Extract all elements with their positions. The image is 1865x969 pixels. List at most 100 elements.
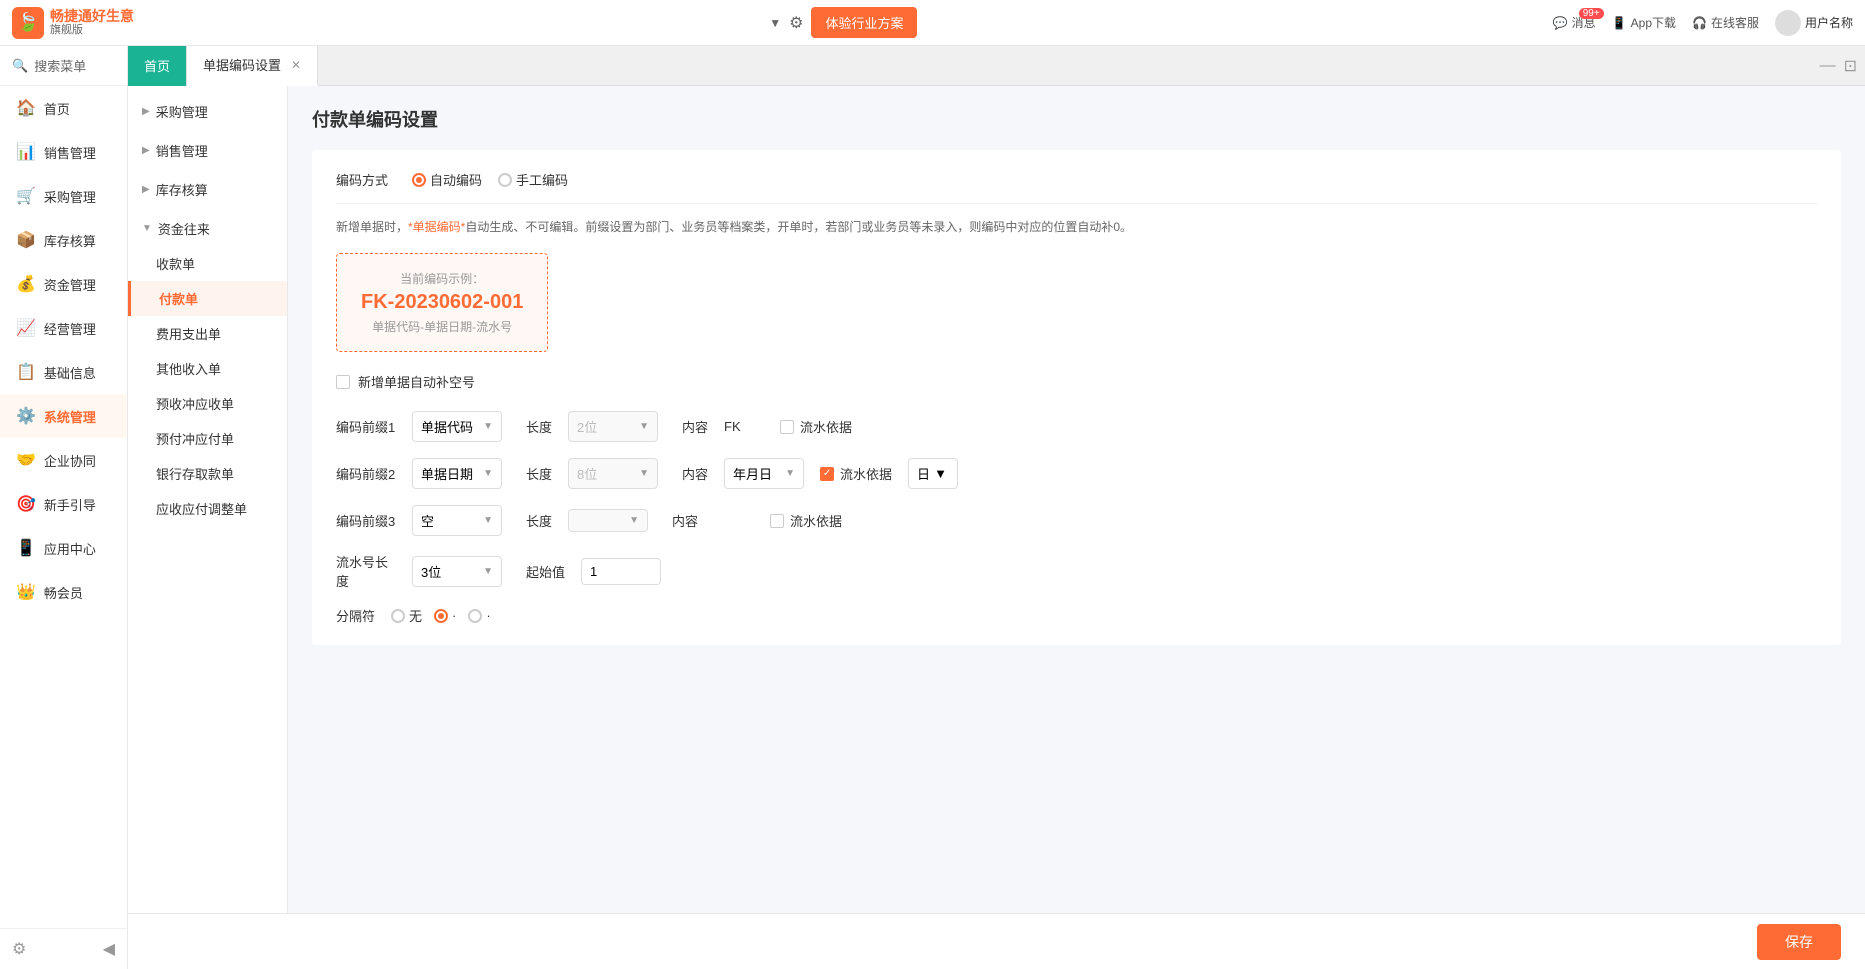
sep-none-label: 无	[409, 606, 422, 625]
prefix2-length-label: 长度	[526, 464, 552, 483]
brand-title: 畅捷通好生意	[50, 8, 134, 25]
prefix2-content-dropdown-icon: ▼	[785, 468, 795, 479]
tab-serial-setting[interactable]: 单据编码设置 ✕	[187, 46, 318, 86]
sub-item-other-income[interactable]: 其他收入单	[128, 351, 287, 386]
sep-dash-dot	[434, 609, 448, 623]
service-icon: 🎧	[1692, 16, 1707, 30]
operation-icon: 📈	[16, 318, 36, 338]
prefix3-length-select[interactable]: ▼	[568, 509, 648, 532]
prefix2-select-value: 单据日期	[421, 464, 473, 483]
prefix3-label: 编码前缀3	[336, 511, 396, 530]
sep-none-radio[interactable]: 无	[391, 606, 422, 625]
sep-dot-dot	[468, 609, 482, 623]
sidebar-item-operation[interactable]: 📈 经营管理	[0, 306, 127, 350]
brand-text: 畅捷通好生意 旗舰版	[50, 8, 134, 38]
sub-item-payable-adjust[interactable]: 应收应付调整单	[128, 491, 287, 526]
serial-length-select[interactable]: 3位 ▼	[412, 556, 502, 587]
sidebar-item-appcenter[interactable]: 📱 应用中心	[0, 526, 127, 570]
online-service-item[interactable]: 🎧 在线客服	[1692, 14, 1759, 31]
experience-button[interactable]: 体验行业方案	[811, 7, 917, 38]
sidebar-item-sales[interactable]: 📊 销售管理	[0, 130, 127, 174]
sub-item-expense[interactable]: 费用支出单	[128, 316, 287, 351]
sidebar-item-basic[interactable]: 📋 基础信息	[0, 350, 127, 394]
prefix2-dropdown-icon: ▼	[483, 468, 493, 479]
sidebar-item-member[interactable]: 👑 畅会员	[0, 570, 127, 614]
prefix1-length-select[interactable]: 2位 ▼	[568, 411, 658, 442]
prefix3-stream-checkbox[interactable]: 流水依据	[770, 511, 842, 530]
user-info[interactable]: 用户名称	[1775, 10, 1853, 36]
nav-dropdown[interactable]: ▼	[769, 16, 781, 30]
sep-dot-label: ·	[486, 608, 490, 623]
sub-item-bank-deposit[interactable]: 银行存取款单	[128, 456, 287, 491]
config-row-2: 编码前缀2 单据日期 ▼ 长度 8位 ▼ 内容 年月日	[336, 458, 1817, 489]
prefix2-content-value: 年月日	[733, 464, 772, 483]
settings-icon[interactable]: ⚙	[789, 13, 803, 33]
sep-dot-radio[interactable]: ·	[468, 608, 490, 623]
tab-serial-label: 单据编码设置	[203, 55, 281, 74]
prefix3-length-label: 长度	[526, 511, 552, 530]
sidebar-label-purchase: 采购管理	[44, 187, 96, 206]
tab-maximize-button[interactable]: ⊡	[1844, 56, 1857, 76]
purchase-icon: 🛒	[16, 186, 36, 206]
brand-logo: 🍃	[12, 7, 44, 39]
prefix2-stream-checkbox[interactable]: ✓ 流水依据	[820, 464, 892, 483]
sidebar-label-operation: 经营管理	[44, 319, 96, 338]
preview-code: FK-20230602-001	[361, 291, 523, 314]
sub-item-payment[interactable]: 付款单	[128, 281, 287, 316]
sub-sidebar: ▶ 采购管理 ▶ 销售管理 ▶ 库存核算	[128, 86, 288, 913]
sub-group-finance-title[interactable]: ▼ 资金往来	[128, 211, 287, 246]
radio-group: 自动编码 手工编码	[412, 170, 568, 189]
prefix2-length-select[interactable]: 8位 ▼	[568, 458, 658, 489]
sub-group-purchase-label: 采购管理	[156, 102, 208, 121]
auto-encode-radio[interactable]: 自动编码	[412, 170, 482, 189]
sep-dash-radio[interactable]: ·	[434, 608, 456, 623]
app-download-label: App下载	[1631, 14, 1676, 31]
form-card: 编码方式 自动编码 手工编码	[312, 150, 1841, 645]
sub-item-prepaid-payable[interactable]: 预付冲应付单	[128, 421, 287, 456]
tab-close-icon[interactable]: ✕	[291, 58, 301, 72]
sub-group-finance: ▼ 资金往来 收款单 付款单 费用支出单 其他收入单 预收冲应收单 预付冲应付单…	[128, 211, 287, 526]
auto-encode-dot	[412, 173, 426, 187]
sidebar-item-newguide[interactable]: 🎯 新手引导	[0, 482, 127, 526]
prefix2-day-select[interactable]: 日 ▼	[908, 458, 958, 489]
separator-row: 分隔符 无 · ·	[336, 606, 1817, 625]
message-badge: 99+	[1579, 8, 1604, 19]
sub-group-purchase-title[interactable]: ▶ 采购管理	[128, 94, 287, 129]
prefix2-content-select[interactable]: 年月日 ▼	[724, 458, 804, 489]
manual-encode-radio[interactable]: 手工编码	[498, 170, 568, 189]
basic-icon: 📋	[16, 362, 36, 382]
footer-collapse-icon[interactable]: ◀	[103, 939, 115, 959]
sub-item-receipt[interactable]: 收款单	[128, 246, 287, 281]
prefix3-dropdown-icon: ▼	[483, 515, 493, 526]
start-value-input[interactable]	[581, 558, 661, 585]
sub-group-inventory-title[interactable]: ▶ 库存核算	[128, 172, 287, 207]
sidebar-item-inventory[interactable]: 📦 库存核算	[0, 218, 127, 262]
tab-home[interactable]: 首页	[128, 46, 187, 86]
prefix2-select[interactable]: 单据日期 ▼	[412, 458, 502, 489]
tab-minimize-button[interactable]: —	[1820, 57, 1836, 75]
prefix2-stream-label: 流水依据	[840, 464, 892, 483]
sidebar-item-purchase[interactable]: 🛒 采购管理	[0, 174, 127, 218]
home-icon: 🏠	[16, 98, 36, 118]
auto-fill-checkbox[interactable]	[336, 375, 350, 389]
serial-length-label: 流水号长度	[336, 552, 396, 590]
sidebar-item-system[interactable]: ⚙️ 系统管理	[0, 394, 127, 438]
sub-item-prepaid-receivable[interactable]: 预收冲应收单	[128, 386, 287, 421]
save-button[interactable]: 保存	[1757, 924, 1841, 960]
prefix3-select[interactable]: 空 ▼	[412, 505, 502, 536]
prefix1-select[interactable]: 单据代码 ▼	[412, 411, 502, 442]
search-menu[interactable]: 🔍 搜索菜单	[0, 46, 127, 86]
main-layout: 🔍 搜索菜单 🏠 首页 📊 销售管理 🛒 采购管理 📦 库存核算 💰 资金管理 …	[0, 46, 1865, 969]
prefix1-stream-checkbox[interactable]: 流水依据	[780, 417, 852, 436]
preview-box: 当前编码示例： FK-20230602-001 单据代码-单据日期-流水号	[336, 253, 548, 352]
config-row-3: 编码前缀3 空 ▼ 长度 ▼ 内容	[336, 505, 1817, 536]
prefix3-select-value: 空	[421, 511, 434, 530]
footer-settings-icon[interactable]: ⚙	[12, 939, 26, 959]
tab-bar-actions: — ⊡	[1820, 56, 1865, 76]
sidebar-item-cooperation[interactable]: 🤝 企业协同	[0, 438, 127, 482]
sub-group-sales-title[interactable]: ▶ 销售管理	[128, 133, 287, 168]
app-download-item[interactable]: 📱 App下载	[1612, 14, 1676, 31]
sidebar-item-home[interactable]: 🏠 首页	[0, 86, 127, 130]
message-item[interactable]: 💬 消息 99+	[1553, 14, 1596, 31]
sidebar-item-finance[interactable]: 💰 资金管理	[0, 262, 127, 306]
